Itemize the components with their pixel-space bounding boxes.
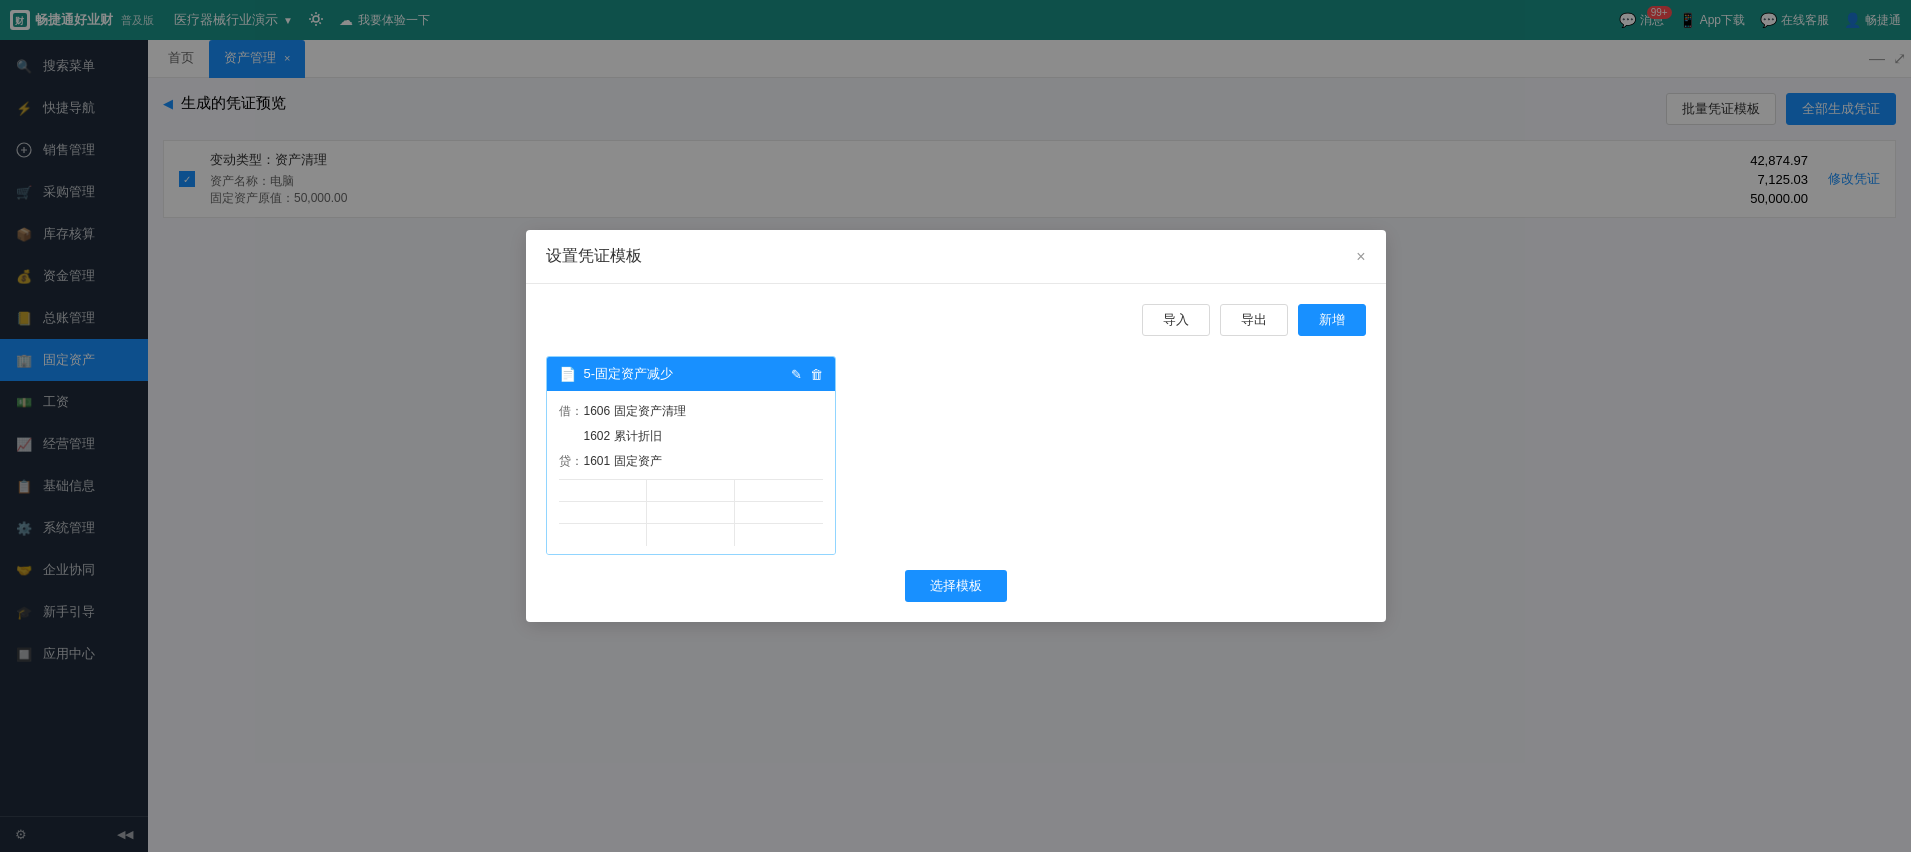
template-edit-icon[interactable]: ✎ xyxy=(791,367,802,382)
template-card-header: 📄 5-固定资产减少 ✎ 🗑 xyxy=(547,357,835,391)
import-btn[interactable]: 导入 xyxy=(1142,304,1210,336)
modal-body: 导入 导出 新增 📄 5-固定资产减少 ✎ 🗑 借： 1606 xyxy=(526,284,1386,622)
template-card-actions: ✎ 🗑 xyxy=(791,367,823,382)
template-doc-icon: 📄 xyxy=(559,366,576,382)
template-delete-icon[interactable]: 🗑 xyxy=(810,367,823,382)
template-card-title: 5-固定资产减少 xyxy=(584,365,783,383)
voucher-template-modal: 设置凭证模板 × 导入 导出 新增 📄 5-固定资产减少 ✎ 🗑 xyxy=(526,230,1386,622)
template-card: 📄 5-固定资产减少 ✎ 🗑 借： 1606 固定资产清理 1602 累计折旧 xyxy=(546,356,836,555)
export-btn[interactable]: 导出 xyxy=(1220,304,1288,336)
modal-title: 设置凭证模板 xyxy=(546,246,642,267)
template-card-body: 借： 1606 固定资产清理 1602 累计折旧 贷： 1601 固定资产 xyxy=(547,391,835,554)
new-template-btn[interactable]: 新增 xyxy=(1298,304,1366,336)
modal-overlay: 设置凭证模板 × 导入 导出 新增 📄 5-固定资产减少 ✎ 🗑 xyxy=(0,0,1911,852)
entry-row-2: 1602 累计折旧 xyxy=(559,424,823,449)
select-template-btn[interactable]: 选择模板 xyxy=(905,570,1007,602)
modal-header: 设置凭证模板 × xyxy=(526,230,1386,284)
modal-close-btn[interactable]: × xyxy=(1356,248,1365,266)
select-template-container: 选择模板 xyxy=(546,570,1366,602)
modal-toolbar: 导入 导出 新增 xyxy=(546,304,1366,336)
entry-row-3: 贷： 1601 固定资产 xyxy=(559,449,823,474)
entry-row-1: 借： 1606 固定资产清理 xyxy=(559,399,823,424)
template-grid xyxy=(559,479,823,546)
